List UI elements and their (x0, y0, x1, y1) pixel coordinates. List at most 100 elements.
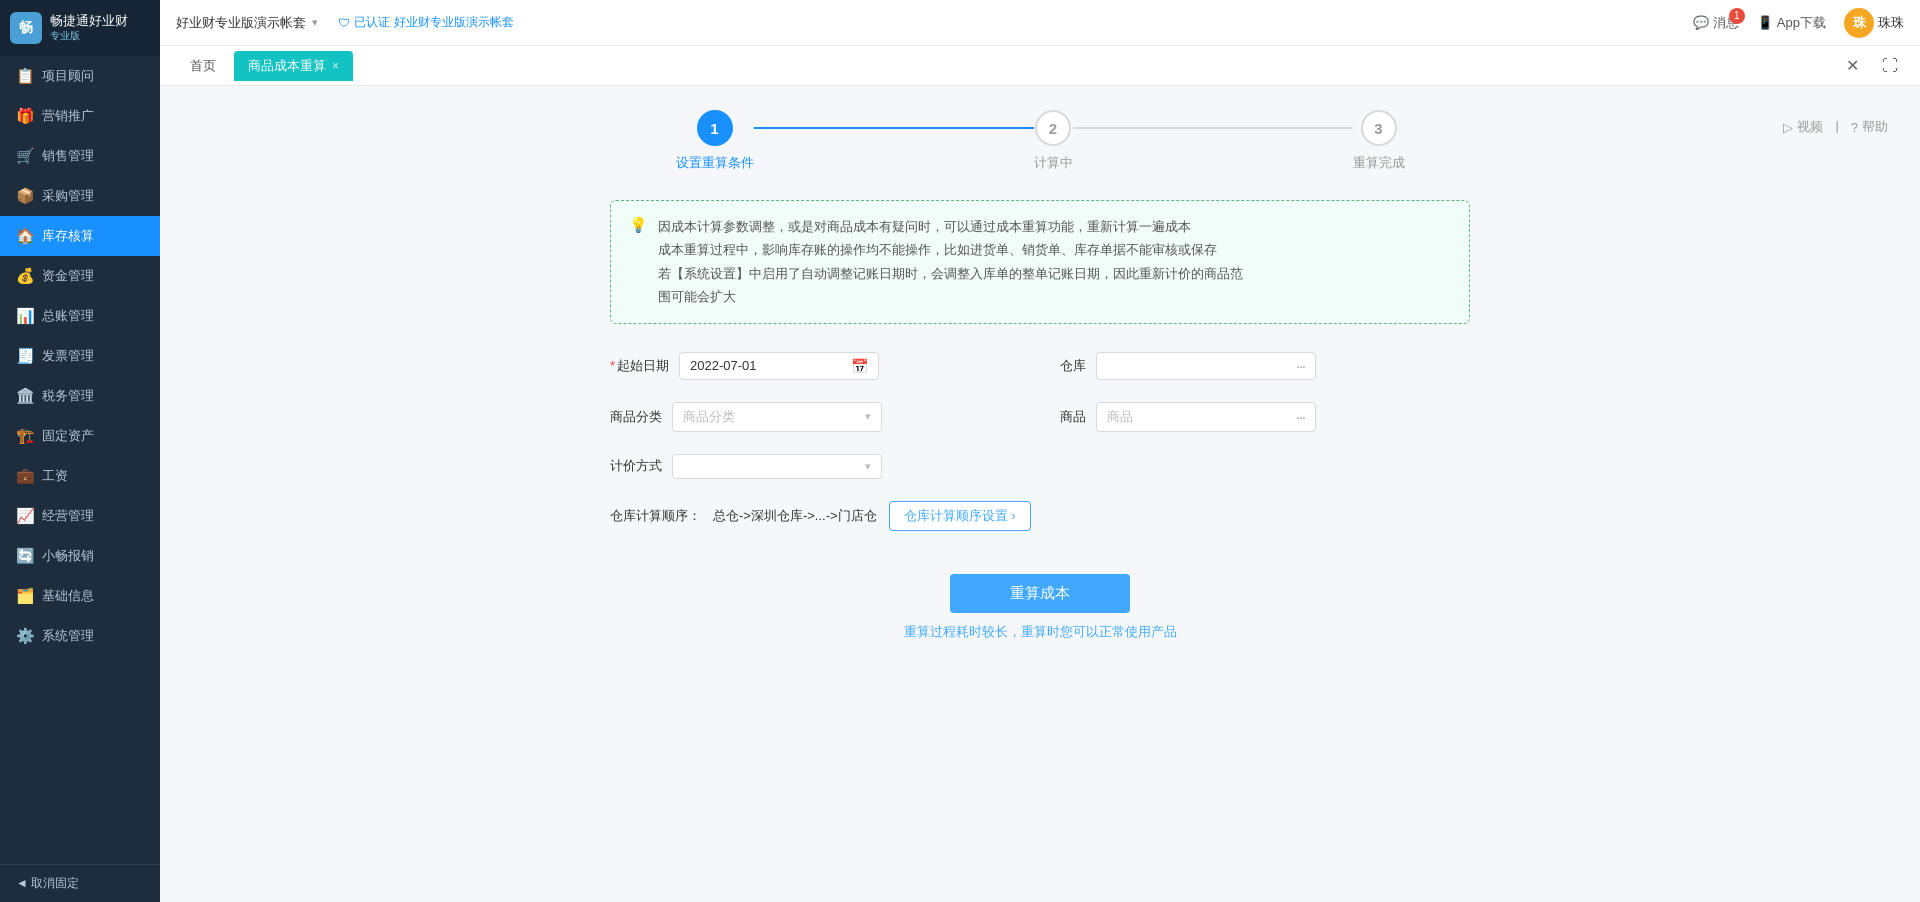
step-line-2 (1073, 127, 1353, 129)
step-2-label: 计算中 (1034, 154, 1073, 172)
account-name: 好业财专业版演示帐套 (176, 14, 306, 32)
start-date-input[interactable]: 2022-07-01 📅 (679, 352, 879, 380)
help-links: ▷ 视频 | ? 帮助 (1783, 118, 1888, 136)
sidebar-item-xiaochang[interactable]: 🔄小畅报销 (0, 536, 160, 576)
message-badge: 1 (1729, 8, 1745, 24)
step-2-circle: 2 (1035, 110, 1071, 146)
step-3-circle: 3 (1361, 110, 1397, 146)
sidebar-item-xitong[interactable]: ⚙️ 系统管理 (0, 616, 160, 656)
close-panel-button[interactable]: ✕ (1838, 52, 1866, 80)
doc-help-link[interactable]: ? 帮助 (1851, 118, 1888, 136)
tab-close-icon[interactable]: × (332, 59, 339, 73)
kucun-icon: 🏠 (16, 227, 34, 245)
sidebar: 畅 畅捷通好业财 专业版 📋 项目顾问 🎁营销推广🛒销售管理📦采购管理 🏠 库存核算 💰 资… (0, 0, 160, 902)
tab-home[interactable]: 首页 (176, 51, 230, 81)
shield-icon: 🛡 (338, 16, 350, 30)
topbar-actions: 💬 消息 1 📱 App下载 珠 珠珠 (1693, 8, 1904, 38)
price-method-select[interactable]: ▾ (672, 454, 882, 479)
form-row-2: 商品分类 商品分类 ▾ 商品 商品 ··· (610, 402, 1470, 432)
price-method-group: 计价方式 ▾ (610, 454, 1470, 479)
step-2: 2 计算中 (1034, 110, 1073, 172)
start-date-group: * 起始日期 2022-07-01 📅 (610, 352, 1020, 380)
sidebar-item-xiangmu[interactable]: 📋 项目顾问 (0, 56, 160, 96)
step-1: 1 设置重算条件 (676, 110, 754, 172)
sidebar-item-jichu[interactable]: 🗂️基础信息 (0, 576, 160, 616)
sidebar-item-label: 固定资产 (42, 427, 94, 445)
expand-panel-button[interactable]: ⛶ (1876, 52, 1904, 80)
tab-recalc-label: 商品成本重算 (248, 57, 326, 75)
sidebar-item-label: 采购管理 (42, 187, 94, 205)
sidebar-item-gongzi[interactable]: 💼 工资 (0, 456, 160, 496)
gongzi-icon: 💼 (16, 467, 34, 485)
tab-recalc[interactable]: 商品成本重算 × (234, 51, 353, 81)
video-help-link[interactable]: ▷ 视频 (1783, 118, 1823, 136)
main-area: 好业财专业版演示帐套 ▾ 🛡 已认证 好业财专业版演示帐套 💬 消息 1 📱 A… (160, 0, 1920, 902)
logo-text: 畅捷通好业财 (50, 13, 128, 30)
gudingzichan-icon: 🏗️ (16, 427, 34, 445)
info-box: 💡 因成本计算参数调整，或是对商品成本有疑问时，可以通过成本重算功能，重新计算一… (610, 200, 1470, 324)
step-1-circle: 1 (697, 110, 733, 146)
zijin-icon: 💰 (16, 267, 34, 285)
xiangmu-icon: 📋 (16, 67, 34, 85)
sidebar-item-label: 基础信息 (42, 587, 94, 605)
topbar: 好业财专业版演示帐套 ▾ 🛡 已认证 好业财专业版演示帐套 💬 消息 1 📱 A… (160, 0, 1920, 46)
warehouse-label: 仓库 (1060, 357, 1086, 375)
price-chevron-icon: ▾ (865, 460, 871, 473)
warehouse-order-setting-button[interactable]: 仓库计算顺序设置 › (889, 501, 1031, 531)
chevron-down-icon: ▾ (865, 410, 871, 423)
phone-icon: 📱 (1757, 15, 1773, 30)
sidebar-item-xiaoshou[interactable]: 🛒销售管理 (0, 136, 160, 176)
sidebar-item-label: 工资 (42, 467, 68, 485)
xitong-icon: ⚙️ (16, 627, 34, 645)
category-select[interactable]: 商品分类 ▾ (672, 402, 882, 432)
sidebar-item-label: 经营管理 (42, 507, 94, 525)
app-download-button[interactable]: 📱 App下载 (1757, 14, 1826, 32)
sidebar-item-label: 税务管理 (42, 387, 94, 405)
calendar-icon: 📅 (851, 358, 868, 374)
content-area: 1 设置重算条件 2 计算中 3 重算完成 ▷ 视频 | ? (160, 86, 1920, 902)
sidebar-item-yingxiao[interactable]: 🎁营销推广 (0, 96, 160, 136)
sidebar-item-label: 总账管理 (42, 307, 94, 325)
account-selector[interactable]: 好业财专业版演示帐套 ▾ (176, 14, 318, 32)
sidebar-item-kucun[interactable]: 🏠 库存核算 (0, 216, 160, 256)
category-group: 商品分类 商品分类 ▾ (610, 402, 1020, 432)
warehouse-group: 仓库 ··· (1060, 352, 1470, 380)
warehouse-order-label: 仓库计算顺序： (610, 507, 701, 525)
xiaochang-icon: 🔄 (16, 547, 34, 565)
zongzhang-icon: 📊 (16, 307, 34, 325)
user-profile[interactable]: 珠 珠珠 (1844, 8, 1904, 38)
sidebar-item-zongzhang[interactable]: 📊 总账管理 (0, 296, 160, 336)
fapiao-icon: 🧾 (16, 347, 34, 365)
sidebar-item-caigou[interactable]: 📦采购管理 (0, 176, 160, 216)
recalc-button[interactable]: 重算成本 (950, 574, 1130, 613)
sidebar-item-gudingzichan[interactable]: 🏗️ 固定资产 (0, 416, 160, 456)
sidebar-item-jingying[interactable]: 📈经营管理 (0, 496, 160, 536)
help-icon: ? (1851, 120, 1858, 135)
sidebar-item-shuiwu[interactable]: 🏛️税务管理 (0, 376, 160, 416)
category-label: 商品分类 (610, 408, 662, 426)
sidebar-item-label: 系统管理 (42, 627, 94, 645)
cancel-fixed-button[interactable]: ◄ 取消固定 (0, 864, 160, 902)
form-area: * 起始日期 2022-07-01 📅 仓库 ··· (610, 352, 1470, 641)
warehouse-input[interactable]: ··· (1096, 352, 1316, 380)
sidebar-item-fapiao[interactable]: 🧾 发票管理 (0, 336, 160, 376)
product-label: 商品 (1060, 408, 1086, 426)
required-mark: * (610, 358, 615, 373)
yingxiao-icon: 🎁 (16, 107, 34, 125)
tabbar: 首页 商品成本重算 × ✕ ⛶ (160, 46, 1920, 86)
recalc-section: 重算成本 重算过程耗时较长，重算时您可以正常使用产品 (610, 559, 1470, 641)
message-button[interactable]: 💬 消息 1 (1693, 14, 1739, 32)
product-input[interactable]: 商品 ··· (1096, 402, 1316, 432)
product-more-icon: ··· (1296, 409, 1305, 425)
sidebar-item-label: 销售管理 (42, 147, 94, 165)
sidebar-item-zijin[interactable]: 💰 资金管理 (0, 256, 160, 296)
sidebar-item-label: 项目顾问 (42, 67, 94, 85)
sidebar-item-label: 库存核算 (42, 227, 94, 245)
more-icon: ··· (1296, 358, 1305, 374)
sidebar-item-label: 资金管理 (42, 267, 94, 285)
form-row-1: * 起始日期 2022-07-01 📅 仓库 ··· (610, 352, 1470, 380)
warehouse-order-value: 总仓->深圳仓库->...->门店仓 (713, 507, 877, 525)
sidebar-item-label: 发票管理 (42, 347, 94, 365)
logo-sub: 专业版 (50, 29, 128, 43)
logo-icon: 畅 (10, 12, 42, 44)
